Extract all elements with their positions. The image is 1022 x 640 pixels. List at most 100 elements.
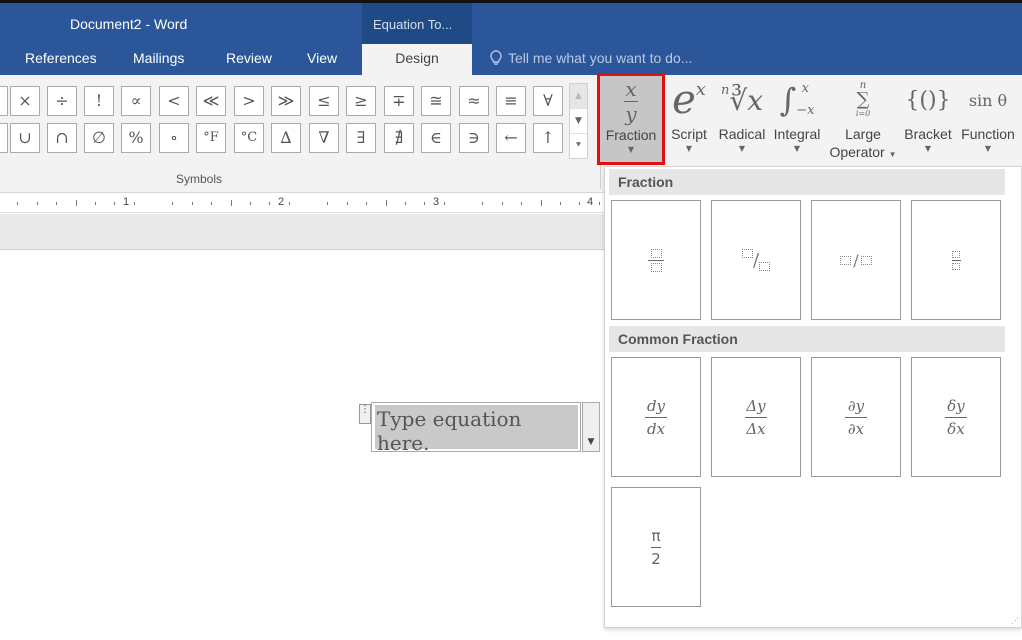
symbol-button-partial[interactable] [0, 86, 8, 116]
symbol-button[interactable]: °C [234, 123, 264, 153]
dropdown-arrow-icon: ▼ [924, 144, 932, 153]
symbol-button[interactable]: ∆ [271, 123, 301, 153]
fraction-gallery: Fraction / / Common Fraction dy dx Δy Δx ∂… [604, 166, 1022, 628]
ruler-label: 3 [433, 196, 440, 208]
equation-container[interactable]: Type equation here. [371, 402, 581, 455]
resize-grip-icon[interactable]: ⋰ [1011, 616, 1019, 625]
equation-tools-header: Equation To... [362, 3, 472, 47]
document-margin-area [0, 214, 605, 250]
common-fraction-partial-y-partial-x[interactable]: ∂y ∂x [811, 357, 901, 477]
symbol-button[interactable]: ↑ [533, 123, 563, 153]
ruler-tick [327, 201, 329, 205]
scroll-down-button[interactable]: ▼ [570, 109, 587, 134]
linear-fraction-item[interactable]: / [811, 200, 901, 320]
ruler-tick [36, 201, 38, 205]
skewed-fraction-item[interactable]: / [711, 200, 801, 320]
small-fraction-item[interactable] [911, 200, 1001, 320]
function-icon: sin θ [968, 90, 1008, 110]
symbol-button[interactable]: ÷ [47, 86, 77, 116]
symbol-button[interactable]: ! [84, 86, 114, 116]
dropdown-arrow-icon: ▼ [984, 144, 992, 153]
symbol-button[interactable]: ∇ [309, 123, 339, 153]
integral-button[interactable]: ∫ x −x Integral ▼ [771, 75, 823, 165]
symbol-button[interactable]: ← [496, 123, 526, 153]
symbol-button[interactable]: ≈ [459, 86, 489, 116]
equation-move-handle[interactable]: ⋮ [359, 404, 371, 424]
stacked-fraction-item[interactable] [611, 200, 701, 320]
ruler-tick [366, 201, 368, 205]
script-button[interactable]: ex Script ▼ [667, 75, 711, 165]
tab-view[interactable]: View [307, 50, 337, 66]
tab-design[interactable]: Design [362, 44, 472, 75]
symbols-group-label: Symbols [176, 172, 223, 186]
symbol-button[interactable]: > [234, 86, 264, 116]
ruler-tick [56, 201, 58, 205]
ruler-tick [540, 200, 542, 206]
ruler-tick [443, 201, 445, 205]
common-fraction-delta-y-delta-x[interactable]: Δy Δx [711, 357, 801, 477]
function-button[interactable]: sin θ Function ▼ [957, 75, 1019, 165]
symbol-button[interactable]: ≥ [346, 86, 376, 116]
equation-input[interactable]: Type equation here. [375, 405, 578, 455]
ruler-tick [133, 201, 135, 205]
ruler-tick [579, 201, 581, 205]
integral-label: Integral [773, 126, 821, 142]
symbol-button[interactable]: ∅ [84, 123, 114, 153]
symbol-button[interactable]: ∝ [121, 86, 151, 116]
ruler-tick [17, 201, 19, 205]
ruler-tick [482, 201, 484, 205]
horizontal-ruler[interactable]: 1 2 3 4 [0, 193, 605, 213]
symbol-button[interactable]: ≪ [196, 86, 226, 116]
symbol-button[interactable]: ∪ [10, 123, 40, 153]
ruler-tick [385, 200, 387, 206]
script-label: Script [671, 126, 707, 142]
tell-me-placeholder: Tell me what you want to do... [508, 50, 693, 66]
symbol-button[interactable]: ∄ [384, 123, 414, 153]
function-label: Function [961, 126, 1015, 142]
bracket-button[interactable]: {()} Bracket ▼ [901, 75, 955, 165]
dropdown-arrow-icon: ▼ [627, 145, 635, 154]
ruler-tick [501, 201, 503, 205]
tab-review[interactable]: Review [226, 50, 272, 66]
symbol-button[interactable]: ∓ [384, 86, 414, 116]
symbol-button[interactable]: ∩ [47, 123, 77, 153]
tell-me-search[interactable]: Tell me what you want to do... [490, 50, 692, 66]
symbol-button[interactable]: ∘ [159, 123, 189, 153]
tab-references[interactable]: References [25, 50, 97, 66]
large-operator-button[interactable]: n ∑ i=0 Large Operator ▼ [827, 75, 899, 165]
symbol-button[interactable]: °F [196, 123, 226, 153]
common-fraction-small-delta[interactable]: δy δx [911, 357, 1001, 477]
section-header-common-fraction: Common Fraction [609, 326, 1005, 352]
radical-button[interactable]: n ∛x Radical ▼ [716, 75, 768, 165]
symbol-button[interactable]: ∈ [421, 123, 451, 153]
fraction-button[interactable]: xy Fraction ▼ [597, 73, 665, 165]
scroll-up-button[interactable]: ▲ [570, 84, 587, 109]
symbol-button[interactable]: ≅ [421, 86, 451, 116]
symbol-button[interactable]: ≤ [309, 86, 339, 116]
symbol-button[interactable]: ∀ [533, 86, 563, 116]
more-symbols-button[interactable]: ⯆ [570, 134, 587, 159]
symbol-button[interactable]: × [10, 86, 40, 116]
ruler-tick [114, 201, 116, 205]
stacked-fraction-icon [648, 248, 664, 272]
common-fraction-dy-dx[interactable]: dy dx [611, 357, 701, 477]
summation-icon: n ∑ i=0 [855, 80, 871, 118]
ruler-tick [269, 201, 271, 205]
equation-options-dropdown[interactable]: ▼ [582, 402, 600, 452]
ruler-tick [598, 201, 600, 205]
symbol-button[interactable]: ≫ [271, 86, 301, 116]
symbol-button[interactable]: ∃ [346, 123, 376, 153]
tab-mailings[interactable]: Mailings [133, 50, 184, 66]
integral-icon: ∫ x −x [779, 81, 815, 119]
symbol-button[interactable]: % [121, 123, 151, 153]
symbol-button[interactable]: ∋ [459, 123, 489, 153]
dropdown-arrow-icon: ▼ [793, 144, 801, 153]
symbol-button-partial[interactable] [0, 123, 8, 153]
ruler-tick [94, 201, 96, 205]
symbols-scrollbar[interactable]: ▲ ▼ ⯆ [569, 83, 588, 159]
common-fraction-pi-over-2[interactable]: π2 [611, 487, 701, 607]
dropdown-arrow-icon: ▼ [587, 437, 595, 447]
symbol-button[interactable]: < [159, 86, 189, 116]
symbol-button[interactable]: ≡ [496, 86, 526, 116]
ruler-tick [230, 200, 232, 206]
